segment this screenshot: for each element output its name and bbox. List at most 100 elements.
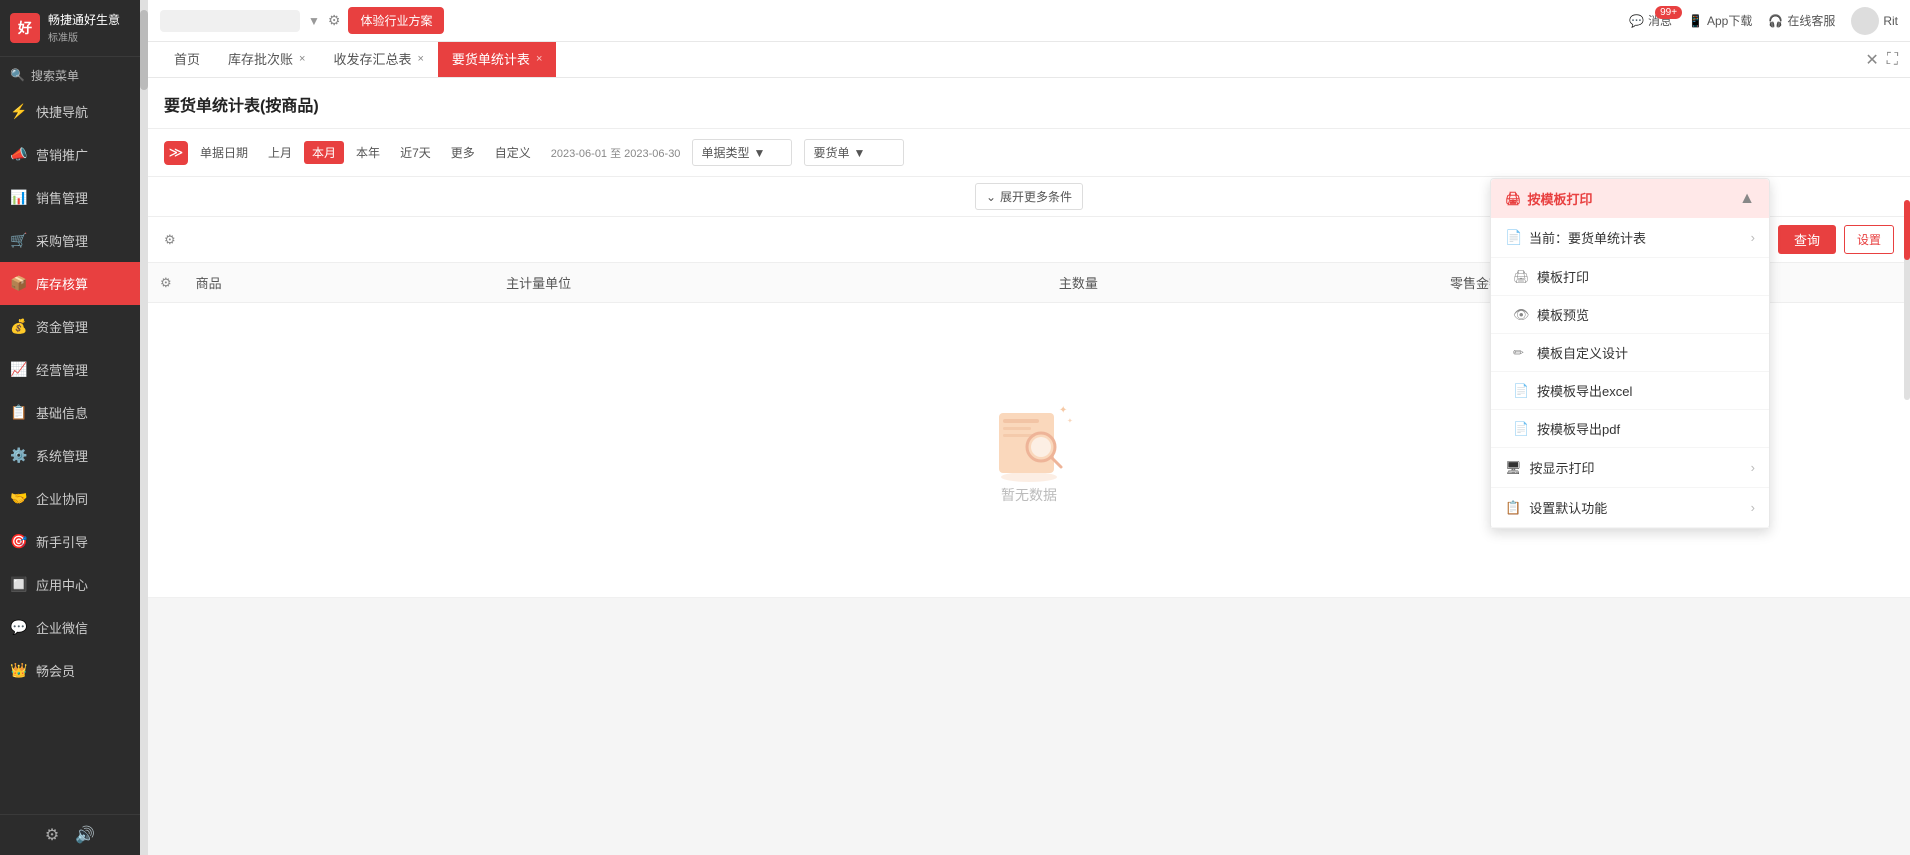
dropdown-header: 🖨 按模板打印 ▲ (1491, 179, 1769, 218)
collab-icon: 🤝 (10, 489, 28, 507)
date-tab-last-month[interactable]: 上月 (260, 141, 300, 164)
default-func-arrow: › (1751, 500, 1755, 515)
sidebar-item-wechat[interactable]: 💬 企业微信 (0, 606, 140, 649)
industry-solution-button[interactable]: 体验行业方案 (348, 7, 444, 34)
toolbar-right-actions: 查询 设置 (1778, 225, 1894, 254)
wechat-icon: 💬 (10, 618, 28, 636)
date-tabs: 上月 本月 本年 近7天 更多 自定义 (260, 141, 539, 164)
display-print-label: 🖥 按显示打印 (1505, 458, 1595, 477)
date-range-display: 2023-06-01 至 2023-06-30 (551, 145, 681, 161)
sidebar-item-system[interactable]: ⚙️ 系统管理 (0, 434, 140, 477)
messages-button[interactable]: 💬 消息 99+ (1629, 12, 1672, 29)
sidebar-item-marketing[interactable]: 📣 营销推广 (0, 133, 140, 176)
current-template-arrow: › (1751, 230, 1755, 245)
sidebar-item-inventory[interactable]: 📦 库存核算 (0, 262, 140, 305)
tab-order-stat[interactable]: 要货单统计表 × (438, 42, 556, 77)
date-tab-custom[interactable]: 自定义 (487, 141, 539, 164)
tab-close-order-stat[interactable]: × (536, 53, 542, 65)
sidebar-item-finance[interactable]: 💰 资金管理 (0, 305, 140, 348)
tab-batch-account[interactable]: 库存批次账 × (214, 42, 319, 77)
column-settings-button[interactable]: 设置 (1844, 225, 1894, 254)
page-title: 要货单统计表(按商品) (164, 92, 1894, 116)
settings-bottom-icon[interactable]: ⚙ (45, 825, 59, 845)
sidebar-item-member[interactable]: 👑 畅会员 (0, 649, 140, 692)
empty-illustration: ✦ ✦ (979, 395, 1079, 485)
tabs-bar: 首页 库存批次账 × 收发存汇总表 × 要货单统计表 × ✕ ⛶ (148, 42, 1910, 78)
template-print-item[interactable]: 🖨 模板打印 (1491, 258, 1769, 296)
default-func-label: 📋 设置默认功能 (1505, 498, 1607, 517)
user-avatar[interactable]: Rit (1851, 7, 1898, 35)
dropdown-header-title: 🖨 按模板打印 (1505, 189, 1593, 208)
sidebar-item-operation[interactable]: 📈 经营管理 (0, 348, 140, 391)
basic-icon: 📋 (10, 403, 28, 421)
tabs-expand-button[interactable]: ⛶ (1887, 51, 1898, 69)
search-menu[interactable]: 🔍 搜索菜单 (0, 57, 140, 90)
template-preview-icon: 👁 (1513, 307, 1529, 323)
page-header: 要货单统计表(按商品) (148, 78, 1910, 129)
tab-close-collect[interactable]: × (417, 53, 423, 65)
app-download-button[interactable]: 📱 App下载 (1688, 12, 1752, 29)
filter-expand-button[interactable]: ≫ (164, 141, 188, 165)
tab-close-batch[interactable]: × (299, 53, 305, 65)
sidebar-scrollbar[interactable] (140, 0, 148, 855)
tab-home[interactable]: 首页 (160, 42, 214, 77)
logo-text: 畅捷通好生意 标准版 (48, 12, 120, 44)
member-icon: 👑 (10, 661, 28, 679)
tab-collect-summary[interactable]: 收发存汇总表 × (319, 42, 437, 77)
sidebar-scroll-thumb (140, 10, 148, 90)
order-category-select[interactable]: 要货单 ▼ (804, 139, 904, 166)
date-tab-this-month[interactable]: 本月 (304, 141, 344, 164)
query-button[interactable]: 查询 (1778, 225, 1836, 254)
right-scroll-thumb (1904, 200, 1910, 260)
sidebar-item-apps[interactable]: 🔲 应用中心 (0, 563, 140, 606)
sidebar-item-purchase[interactable]: 🛒 采购管理 (0, 219, 140, 262)
sidebar-item-sales[interactable]: 📊 销售管理 (0, 176, 140, 219)
table-gear-header[interactable]: ⚙ (148, 263, 184, 303)
export-excel-item[interactable]: 📄 按模板导出excel (1491, 372, 1769, 410)
topbar-dropdown-arrow[interactable]: ▼ (308, 14, 320, 28)
display-print-arrow: › (1751, 460, 1755, 475)
headphone-icon: 🎧 (1768, 14, 1783, 28)
expand-icon: ≫ (169, 144, 184, 161)
gear-settings[interactable]: ⚙ (164, 232, 176, 248)
topbar-gear-icon[interactable]: ⚙ (328, 12, 341, 29)
date-tab-more[interactable]: 更多 (443, 141, 483, 164)
settings-gear-icon: ⚙ (164, 232, 176, 248)
current-template-icon: 📄 (1505, 229, 1521, 246)
template-print-icon: 🖨 (1513, 269, 1529, 285)
system-icon: ⚙️ (10, 446, 28, 464)
right-scrollbar[interactable] (1904, 200, 1910, 400)
template-design-item[interactable]: ✏ 模板自定义设计 (1491, 334, 1769, 372)
template-preview-item[interactable]: 👁 模板预览 (1491, 296, 1769, 334)
current-template-item[interactable]: 📄 当前：要货单统计表 › (1491, 218, 1769, 258)
sound-icon[interactable]: 🔊 (75, 825, 95, 845)
logo-icon: 好 (10, 13, 40, 43)
tabs-close-button[interactable]: ✕ (1865, 50, 1878, 70)
sidebar-item-collab[interactable]: 🤝 企业协同 (0, 477, 140, 520)
expand-chevron-icon: ⌄ (986, 190, 996, 204)
online-service-button[interactable]: 🎧 在线客服 (1768, 12, 1835, 29)
empty-text: 暂无数据 (1001, 485, 1057, 505)
sidebar-item-shortcut[interactable]: ⚡ 快捷导航 (0, 90, 140, 133)
sidebar-nav: ⚡ 快捷导航 📣 营销推广 📊 销售管理 🛒 采购管理 📦 库存核算 💰 资金管… (0, 90, 140, 814)
page-content: 要货单统计表(按商品) ≫ 单据日期 上月 本月 本年 近7天 更多 自定义 2… (148, 78, 1910, 855)
type-filter-select[interactable]: 单据类型 ▼ (692, 139, 792, 166)
topbar-search-input[interactable] (160, 10, 300, 32)
sales-icon: 📊 (10, 188, 28, 206)
dropdown-close-button[interactable]: ▲ (1739, 190, 1755, 208)
display-print-section[interactable]: 🖥 按显示打印 › (1491, 448, 1769, 488)
export-excel-icon: 📄 (1513, 383, 1529, 399)
print-header-icon: 🖨 (1505, 191, 1522, 207)
tabs-right-controls: ✕ ⛶ (1865, 42, 1898, 77)
purchase-icon: 🛒 (10, 231, 28, 249)
operation-icon: 📈 (10, 360, 28, 378)
sidebar-item-basic[interactable]: 📋 基础信息 (0, 391, 140, 434)
default-func-section[interactable]: 📋 设置默认功能 › (1491, 488, 1769, 528)
expand-conditions-button[interactable]: ⌄ 展开更多条件 (975, 183, 1083, 210)
template-design-icon: ✏ (1513, 345, 1529, 361)
date-tab-this-year[interactable]: 本年 (348, 141, 388, 164)
export-pdf-item[interactable]: 📄 按模板导出pdf (1491, 410, 1769, 448)
sidebar-item-guide[interactable]: 🎯 新手引导 (0, 520, 140, 563)
date-tab-7days[interactable]: 近7天 (392, 141, 439, 164)
col-quantity: 主数量 (1047, 263, 1438, 303)
